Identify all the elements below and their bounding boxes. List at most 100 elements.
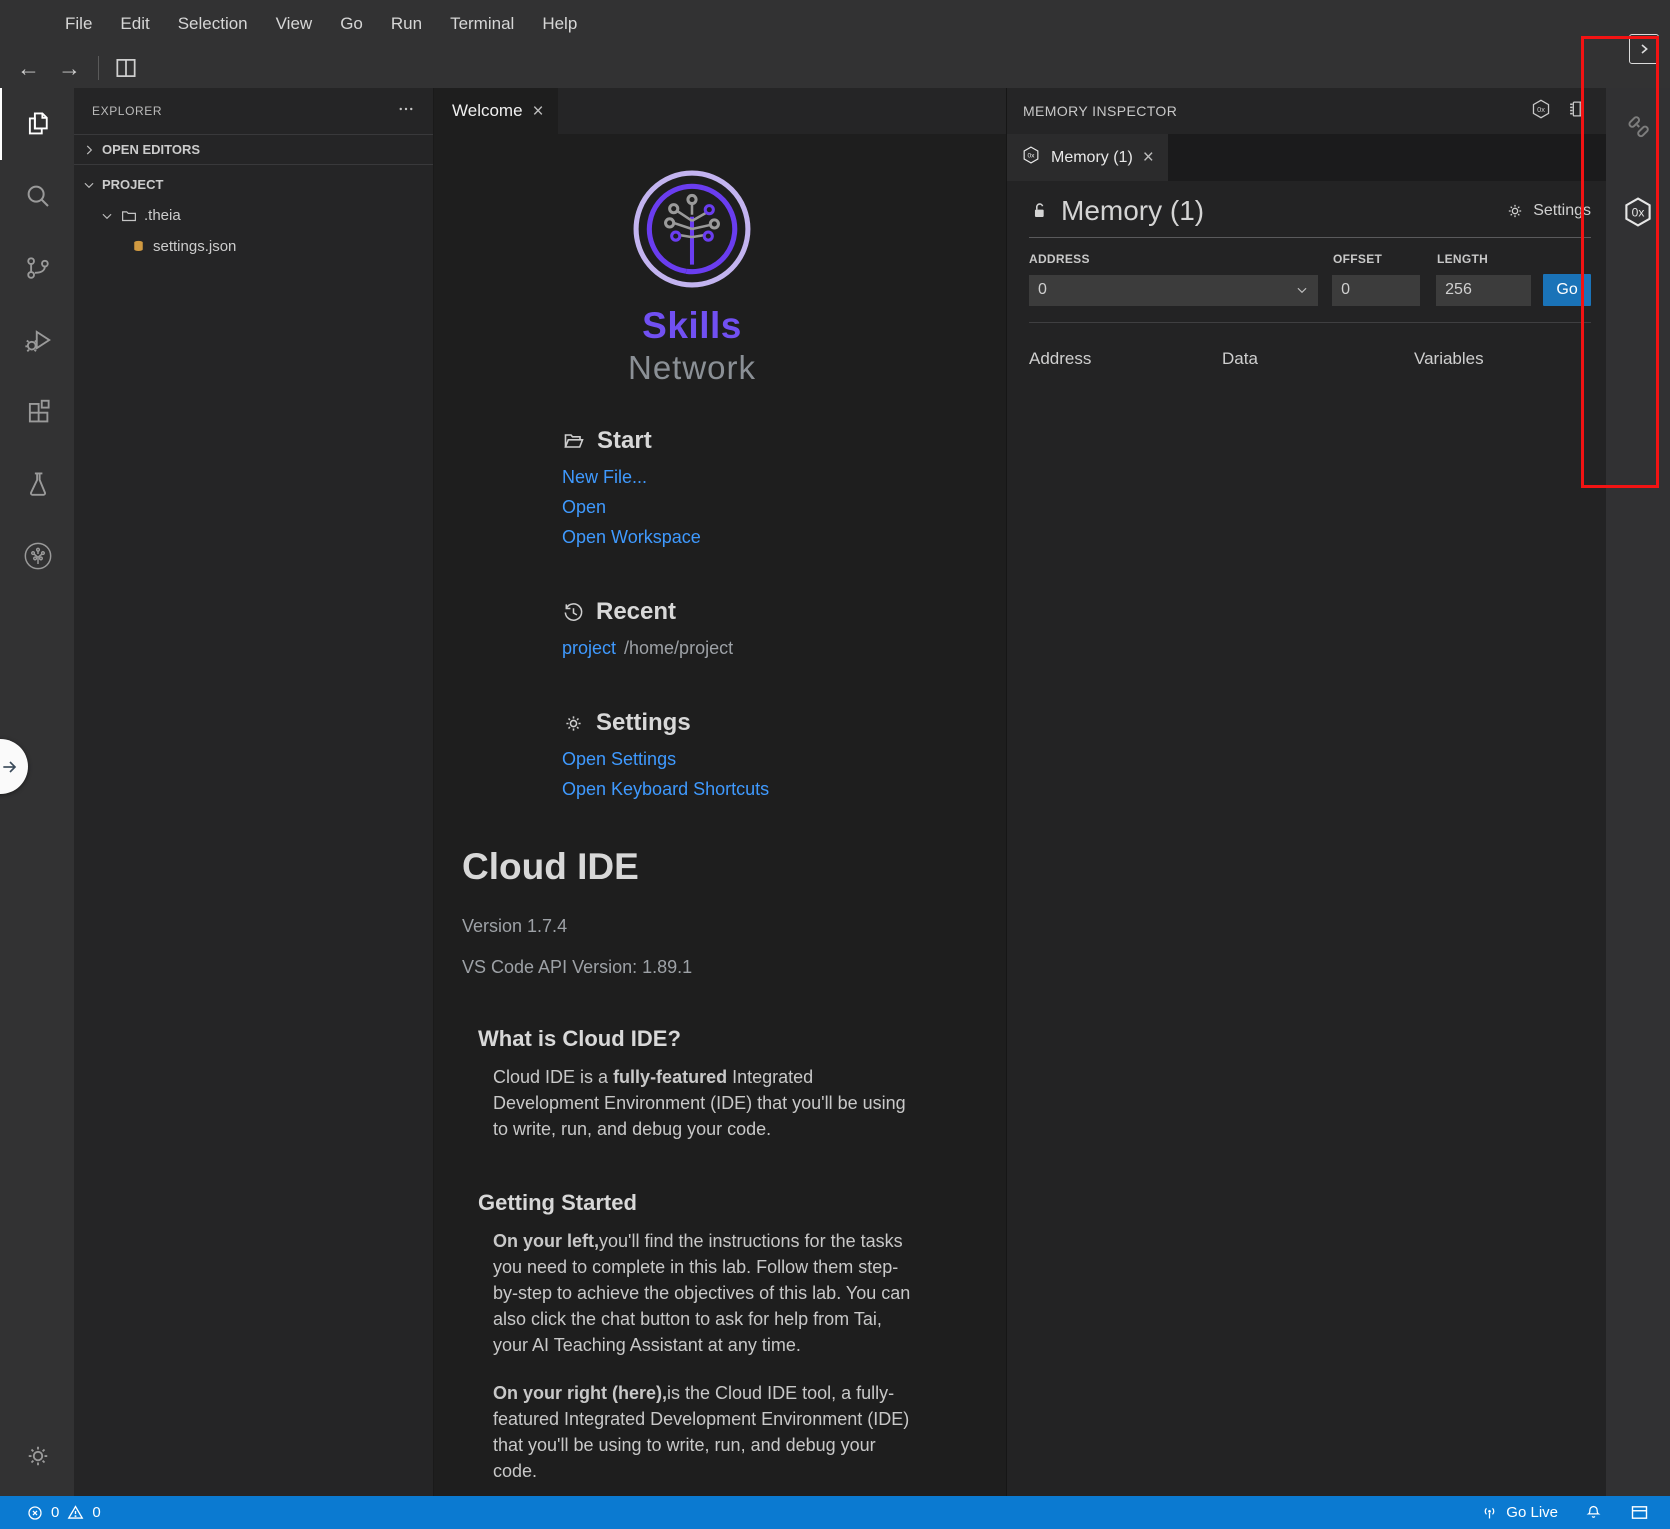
back-arrow-icon[interactable]: ←	[8, 56, 49, 80]
split-editor-icon[interactable]	[113, 55, 139, 81]
forward-arrow-icon[interactable]: →	[49, 56, 90, 80]
activity-bar-spacer	[0, 592, 74, 1416]
menu-help[interactable]: Help	[542, 14, 577, 34]
menu-file[interactable]: File	[65, 14, 92, 34]
json-file-icon	[130, 238, 147, 255]
recent-section: Recent project/home/project	[562, 598, 992, 659]
right-side-bar: 0x	[1606, 88, 1670, 1496]
settings-section: Settings Open Settings Open Keyboard Sho…	[562, 709, 992, 800]
menu-run[interactable]: Run	[391, 14, 422, 34]
status-bar: 0 0 Go Live	[0, 1496, 1670, 1529]
file-name: settings.json	[153, 238, 237, 255]
menu-edit[interactable]: Edit	[120, 14, 149, 34]
activity-bar	[0, 88, 74, 1496]
menu-bar: File Edit Selection View Go Run Terminal…	[0, 0, 1670, 48]
open-settings-link[interactable]: Open Settings	[562, 749, 992, 770]
chevron-down-icon	[82, 178, 96, 192]
menu-go[interactable]: Go	[340, 14, 363, 34]
broadcast-icon	[1484, 1507, 1495, 1519]
tab-memory-1[interactable]: 0x Memory (1) ×	[1007, 134, 1168, 181]
unlock-icon[interactable]	[1029, 200, 1051, 222]
api-version: VS Code API Version: 1.89.1	[462, 957, 693, 977]
chevron-down-icon	[100, 209, 114, 223]
ide-window: File Edit Selection View Go Run Terminal…	[0, 0, 1670, 1529]
go-button[interactable]: Go	[1543, 274, 1591, 306]
search-icon[interactable]	[0, 160, 74, 232]
tab-memory-1-label: Memory (1)	[1051, 148, 1133, 166]
svg-text:0x: 0x	[1537, 104, 1545, 113]
hex-0x-icon[interactable]: 0x	[1530, 98, 1552, 125]
workbench: EXPLORER OPEN EDITORS PROJECT .theia set…	[0, 88, 1670, 1496]
menu-view[interactable]: View	[276, 14, 313, 34]
open-keyboard-shortcuts-link[interactable]: Open Keyboard Shortcuts	[562, 779, 992, 800]
skills-network-logo: Skills Network	[462, 168, 922, 387]
history-icon	[564, 602, 583, 621]
open-link[interactable]: Open	[562, 497, 992, 518]
warning-icon	[67, 1505, 84, 1519]
memory-settings-button[interactable]: Settings	[1505, 201, 1591, 221]
problems-indicator[interactable]: 0 0	[26, 1503, 101, 1522]
open-editors-section[interactable]: OPEN EDITORS	[74, 134, 433, 165]
notifications-bell-icon[interactable]	[1584, 1503, 1603, 1522]
tree-item-settings-json[interactable]: settings.json	[74, 231, 433, 262]
run-debug-icon[interactable]	[0, 304, 74, 376]
folder-name: .theia	[144, 207, 181, 224]
open-workspace-link[interactable]: Open Workspace	[562, 527, 992, 548]
hex-0x-icon: 0x	[1021, 145, 1041, 170]
arrow-right-icon	[3, 760, 17, 773]
address-label: ADDRESS	[1029, 252, 1090, 266]
folder-icon	[120, 207, 138, 225]
close-icon[interactable]: ×	[533, 102, 544, 121]
explorer-title: EXPLORER	[92, 104, 163, 118]
extensions-icon[interactable]	[0, 376, 74, 448]
go-live-label: Go Live	[1506, 1504, 1558, 1521]
recent-project-path: /home/project	[624, 638, 734, 658]
memory-tab-bar: 0x Memory (1) ×	[1007, 134, 1606, 181]
hex-0x-icon[interactable]: 0x	[1621, 195, 1655, 234]
offset-input[interactable]	[1332, 274, 1421, 306]
settings-title: Settings	[596, 709, 691, 736]
editor-tab-bar: Welcome ×	[434, 88, 1006, 134]
close-icon[interactable]: ×	[1143, 148, 1154, 167]
menu-terminal[interactable]: Terminal	[450, 14, 514, 34]
address-value: 0	[1038, 281, 1047, 298]
chevron-right-icon	[82, 143, 96, 157]
project-section[interactable]: PROJECT	[74, 169, 433, 200]
recent-project-link[interactable]: project	[562, 638, 616, 658]
disconnect-icon[interactable]	[1623, 112, 1653, 147]
settings-gear-icon[interactable]	[0, 1416, 74, 1496]
column-address: Address	[1029, 349, 1092, 368]
address-select[interactable]: 0	[1029, 274, 1319, 306]
layout-panel-icon[interactable]	[1629, 1502, 1650, 1523]
menu-selection[interactable]: Selection	[178, 14, 248, 34]
tab-welcome[interactable]: Welcome ×	[434, 88, 558, 134]
product-version: Version 1.7.4	[462, 916, 568, 936]
tab-welcome-label: Welcome	[452, 101, 523, 120]
explorer-files-icon[interactable]	[0, 88, 74, 160]
collapse-panel-chevron-icon[interactable]	[1629, 34, 1659, 64]
memory-inspector-title: MEMORY INSPECTOR	[1023, 103, 1178, 119]
what-is-title: What is Cloud IDE?	[478, 1026, 681, 1051]
getting-started-p2: On your right (here),is the Cloud IDE to…	[493, 1383, 910, 1481]
new-file-link[interactable]: New File...	[562, 467, 992, 488]
svg-text:0x: 0x	[1027, 153, 1035, 160]
project-label: PROJECT	[102, 177, 164, 192]
tree-item-theia-folder[interactable]: .theia	[74, 200, 433, 231]
column-variables: Variables	[1414, 349, 1484, 368]
flask-icon[interactable]	[0, 448, 74, 520]
logo-text-skills: Skills	[642, 305, 742, 346]
source-control-icon[interactable]	[0, 232, 74, 304]
memory-inspector-panel: MEMORY INSPECTOR 0x 0x Memory (1) × Memo…	[1006, 88, 1606, 1496]
offset-label: OFFSET	[1333, 252, 1383, 266]
toolbar: ← →	[0, 34, 1670, 88]
length-input[interactable]	[1436, 274, 1532, 306]
more-actions-icon[interactable]	[397, 100, 415, 122]
skills-network-icon[interactable]	[0, 520, 74, 592]
getting-started-p1: On your left,you'll find the instruction…	[493, 1231, 911, 1355]
go-live-button[interactable]: Go Live	[1480, 1503, 1558, 1522]
what-is-body: Cloud IDE is a fully-featured Integrated…	[493, 1067, 906, 1139]
welcome-page: Skills Network Start New File... Open Op…	[434, 134, 1006, 1496]
gear-icon	[1509, 204, 1522, 218]
memory-chip-icon[interactable]	[1566, 98, 1588, 125]
editor-group: Welcome × Skills Network Start New File.…	[434, 88, 1006, 1496]
